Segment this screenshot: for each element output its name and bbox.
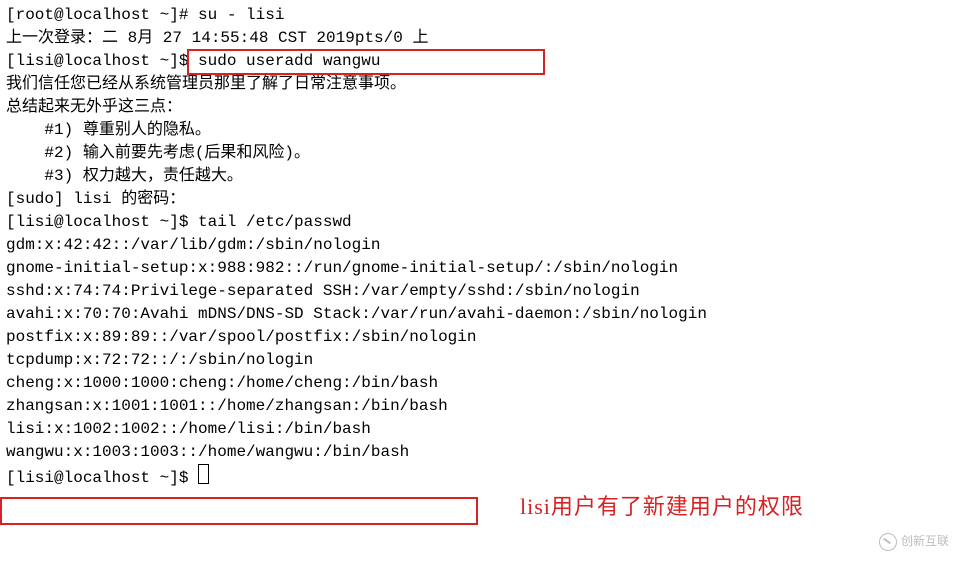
terminal-line: #2) 输入前要先考虑(后果和风险)。 xyxy=(6,142,951,165)
watermark-text: 创新互联 xyxy=(901,530,949,553)
terminal-line: [sudo] lisi 的密码： xyxy=(6,188,951,211)
terminal-line: lisi:x:1002:1002::/home/lisi:/bin/bash xyxy=(6,418,951,441)
terminal-line: tcpdump:x:72:72::/:/sbin/nologin xyxy=(6,349,951,372)
terminal-line: gnome-initial-setup:x:988:982::/run/gnom… xyxy=(6,257,951,280)
terminal-line: postfix:x:89:89::/var/spool/postfix:/sbi… xyxy=(6,326,951,349)
watermark-logo-icon xyxy=(879,533,897,551)
terminal-line: 我们信任您已经从系统管理员那里了解了日常注意事项。 xyxy=(6,73,951,96)
terminal-line: 上一次登录：二 8月 27 14:55:48 CST 2019pts/0 上 xyxy=(6,27,951,50)
terminal-line: [root@localhost ~]# su - lisi xyxy=(6,4,951,27)
terminal-prompt-line[interactable]: [lisi@localhost ~]$ xyxy=(6,464,951,490)
terminal-line: gdm:x:42:42::/var/lib/gdm:/sbin/nologin xyxy=(6,234,951,257)
terminal-line: wangwu:x:1003:1003::/home/wangwu:/bin/ba… xyxy=(6,441,951,464)
terminal-line: [lisi@localhost ~]$ tail /etc/passwd xyxy=(6,211,951,234)
highlight-box-result xyxy=(0,497,478,525)
terminal-prompt-text: [lisi@localhost ~]$ xyxy=(6,469,198,487)
annotation-text: lisi用户有了新建用户的权限 xyxy=(520,495,804,518)
terminal-line: #1) 尊重别人的隐私。 xyxy=(6,119,951,142)
watermark: 创新互联 xyxy=(879,530,949,553)
terminal-line: cheng:x:1000:1000:cheng:/home/cheng:/bin… xyxy=(6,372,951,395)
terminal-line: [lisi@localhost ~]$ sudo useradd wangwu xyxy=(6,50,951,73)
terminal-line: zhangsan:x:1001:1001::/home/zhangsan:/bi… xyxy=(6,395,951,418)
cursor-icon xyxy=(198,464,209,484)
terminal-line: 总结起来无外乎这三点： xyxy=(6,96,951,119)
terminal-line: #3) 权力越大，责任越大。 xyxy=(6,165,951,188)
terminal-line: avahi:x:70:70:Avahi mDNS/DNS-SD Stack:/v… xyxy=(6,303,951,326)
terminal-line: sshd:x:74:74:Privilege-separated SSH:/va… xyxy=(6,280,951,303)
